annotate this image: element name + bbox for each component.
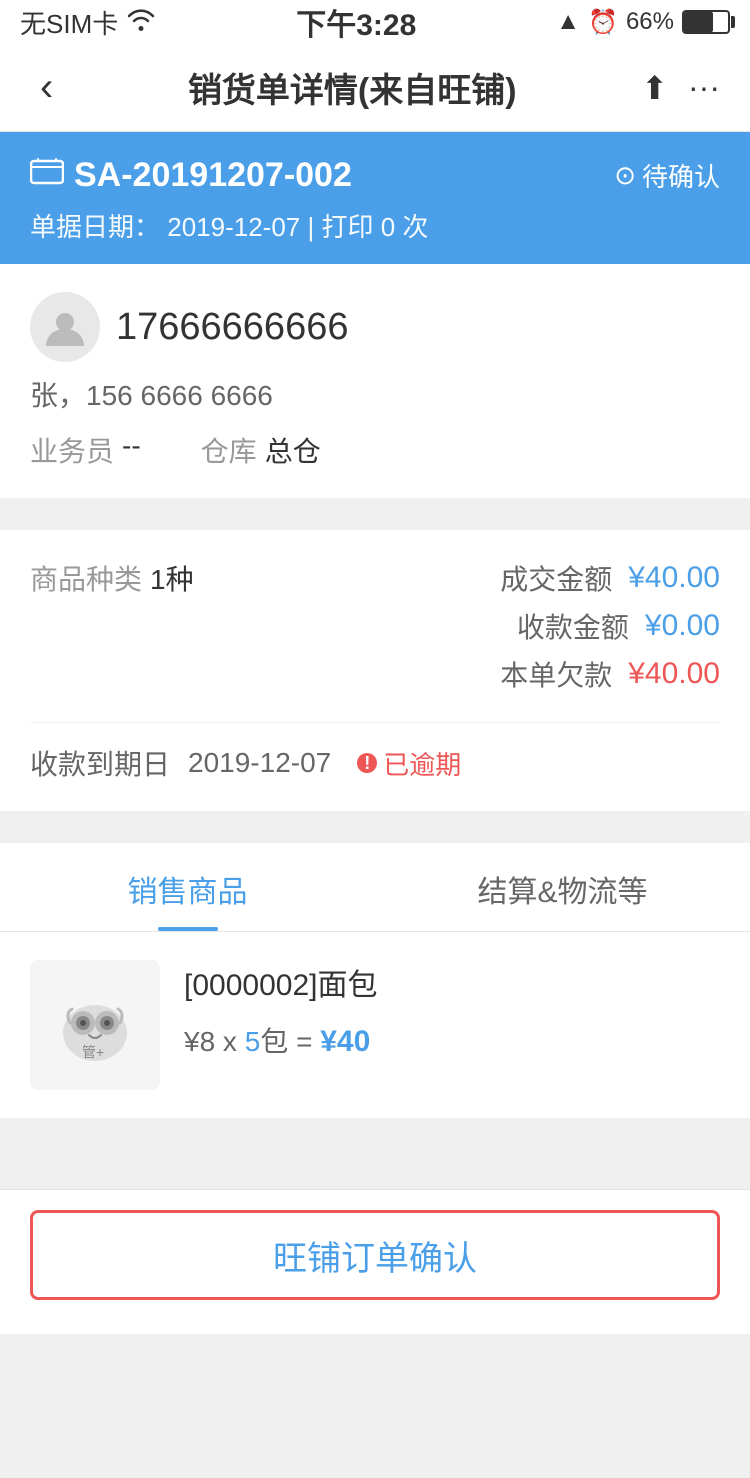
status-bar-time: 下午3:28 xyxy=(296,0,416,44)
customer-phone: 17666666666 xyxy=(116,306,348,349)
product-thumbnail: 管+ xyxy=(30,960,160,1090)
alarm-icon: ⏰ xyxy=(588,8,618,37)
carrier-text: 无SIM卡 xyxy=(20,4,118,41)
salesman-value: -- xyxy=(122,430,141,470)
product-type-value: 1种 xyxy=(150,558,194,598)
date-label: 单据日期： xyxy=(30,212,160,242)
print-count: 0 xyxy=(381,212,395,242)
location-icon: ▲ xyxy=(556,8,580,36)
order-header: SA-20191207-002 ⊙ 待确认 单据日期： 2019-12-07 |… xyxy=(0,132,750,264)
order-icon xyxy=(30,156,64,195)
product-name: [0000002]面包 xyxy=(184,960,720,1004)
print-suffix: 次 xyxy=(402,212,428,242)
tabs-header: 销售商品 结算&物流等 xyxy=(0,843,750,932)
overdue-dot-icon: ! xyxy=(357,753,377,773)
confirm-order-button[interactable]: 旺铺订单确认 xyxy=(30,1210,720,1300)
back-button[interactable]: ‹ xyxy=(30,55,63,120)
print-label: | 打印 xyxy=(307,212,373,242)
confirm-btn-wrapper: 旺铺订单确认 xyxy=(0,1189,750,1334)
quantity-value: 5 xyxy=(245,1026,261,1057)
order-number-text: SA-20191207-002 xyxy=(74,156,352,195)
equals-sign: = xyxy=(288,1026,320,1057)
status-icon: ⊙ xyxy=(614,160,636,191)
tab-sales-products[interactable]: 销售商品 xyxy=(0,843,375,931)
wifi-icon xyxy=(126,7,156,38)
product-item: 管+ [0000002]面包 ¥8 x 5包 = ¥40 xyxy=(0,932,750,1118)
status-bar: 无SIM卡 下午3:28 ▲ ⏰ 66% xyxy=(0,0,750,44)
received-amount-value: ¥0.00 xyxy=(645,609,720,643)
warehouse-value: 总仓 xyxy=(265,430,321,470)
order-date: 2019-12-07 xyxy=(167,212,300,242)
summary-section: 商品种类 1种 成交金额 ¥40.00 收款金额 ¥0.00 本单欠款 ¥40.… xyxy=(0,530,750,811)
status-bar-right: ▲ ⏰ 66% xyxy=(556,8,730,37)
summary-amounts: 成交金额 ¥40.00 收款金额 ¥0.00 本单欠款 ¥40.00 xyxy=(500,558,720,702)
customer-avatar xyxy=(30,292,100,362)
battery-text: 66% xyxy=(626,8,674,36)
owed-amount-label: 本单欠款 xyxy=(500,654,612,694)
customer-name: 张，156 6666 6666 xyxy=(30,374,720,414)
tab-settlement[interactable]: 结算&物流等 xyxy=(375,843,750,931)
svg-text:管+: 管+ xyxy=(82,1044,104,1060)
divider-2 xyxy=(0,811,750,827)
owed-amount-row: 本单欠款 ¥40.00 xyxy=(500,654,720,694)
page-title: 销货单详情(来自旺铺) xyxy=(188,63,517,112)
deal-amount-row: 成交金额 ¥40.00 xyxy=(500,558,720,598)
more-icon[interactable]: ··· xyxy=(688,69,720,106)
product-type-label: 商品种类 xyxy=(30,558,142,598)
overdue-text: 已逾期 xyxy=(383,745,461,782)
overdue-badge: ! 已逾期 xyxy=(357,745,461,782)
salesman-label: 业务员 xyxy=(30,430,114,470)
battery-icon xyxy=(682,10,730,34)
share-icon[interactable]: ⬆ xyxy=(641,69,668,107)
nav-bar: ‹ 销货单详情(来自旺铺) ⬆ ··· xyxy=(0,44,750,132)
received-amount-row: 收款金额 ¥0.00 xyxy=(500,606,720,646)
received-amount-label: 收款金额 xyxy=(517,606,629,646)
product-price: ¥8 x 5包 = ¥40 xyxy=(184,1020,720,1060)
quantity-unit: 包 xyxy=(260,1026,288,1057)
status-text: 待确认 xyxy=(642,157,720,194)
warehouse-item: 仓库 总仓 xyxy=(201,430,321,470)
status-bar-left: 无SIM卡 xyxy=(20,4,156,41)
due-date-section: 收款到期日 2019-12-07 ! 已逾期 xyxy=(30,743,720,783)
deal-amount-value: ¥40.00 xyxy=(628,561,720,595)
order-status: ⊙ 待确认 xyxy=(614,157,720,194)
unit-price: ¥8 x xyxy=(184,1026,245,1057)
divider-1 xyxy=(0,514,750,530)
warehouse-label: 仓库 xyxy=(201,430,257,470)
tabs-section: 销售商品 结算&物流等 管+ xyxy=(0,843,750,1118)
due-date-label: 收款到期日 xyxy=(30,743,170,783)
order-number-row: SA-20191207-002 xyxy=(30,156,352,195)
salesman-item: 业务员 -- xyxy=(30,430,141,470)
customer-section: 17666666666 张，156 6666 6666 业务员 -- 仓库 总仓 xyxy=(0,264,750,498)
total-price: ¥40 xyxy=(320,1025,370,1058)
order-date-row: 单据日期： 2019-12-07 | 打印 0 次 xyxy=(30,207,720,244)
product-info: [0000002]面包 ¥8 x 5包 = ¥40 xyxy=(184,960,720,1060)
owed-amount-value: ¥40.00 xyxy=(628,657,720,691)
customer-meta: 业务员 -- 仓库 总仓 xyxy=(30,430,720,470)
due-date-value: 2019-12-07 xyxy=(188,747,331,779)
nav-actions: ⬆ ··· xyxy=(641,69,720,107)
deal-amount-label: 成交金额 xyxy=(500,558,612,598)
